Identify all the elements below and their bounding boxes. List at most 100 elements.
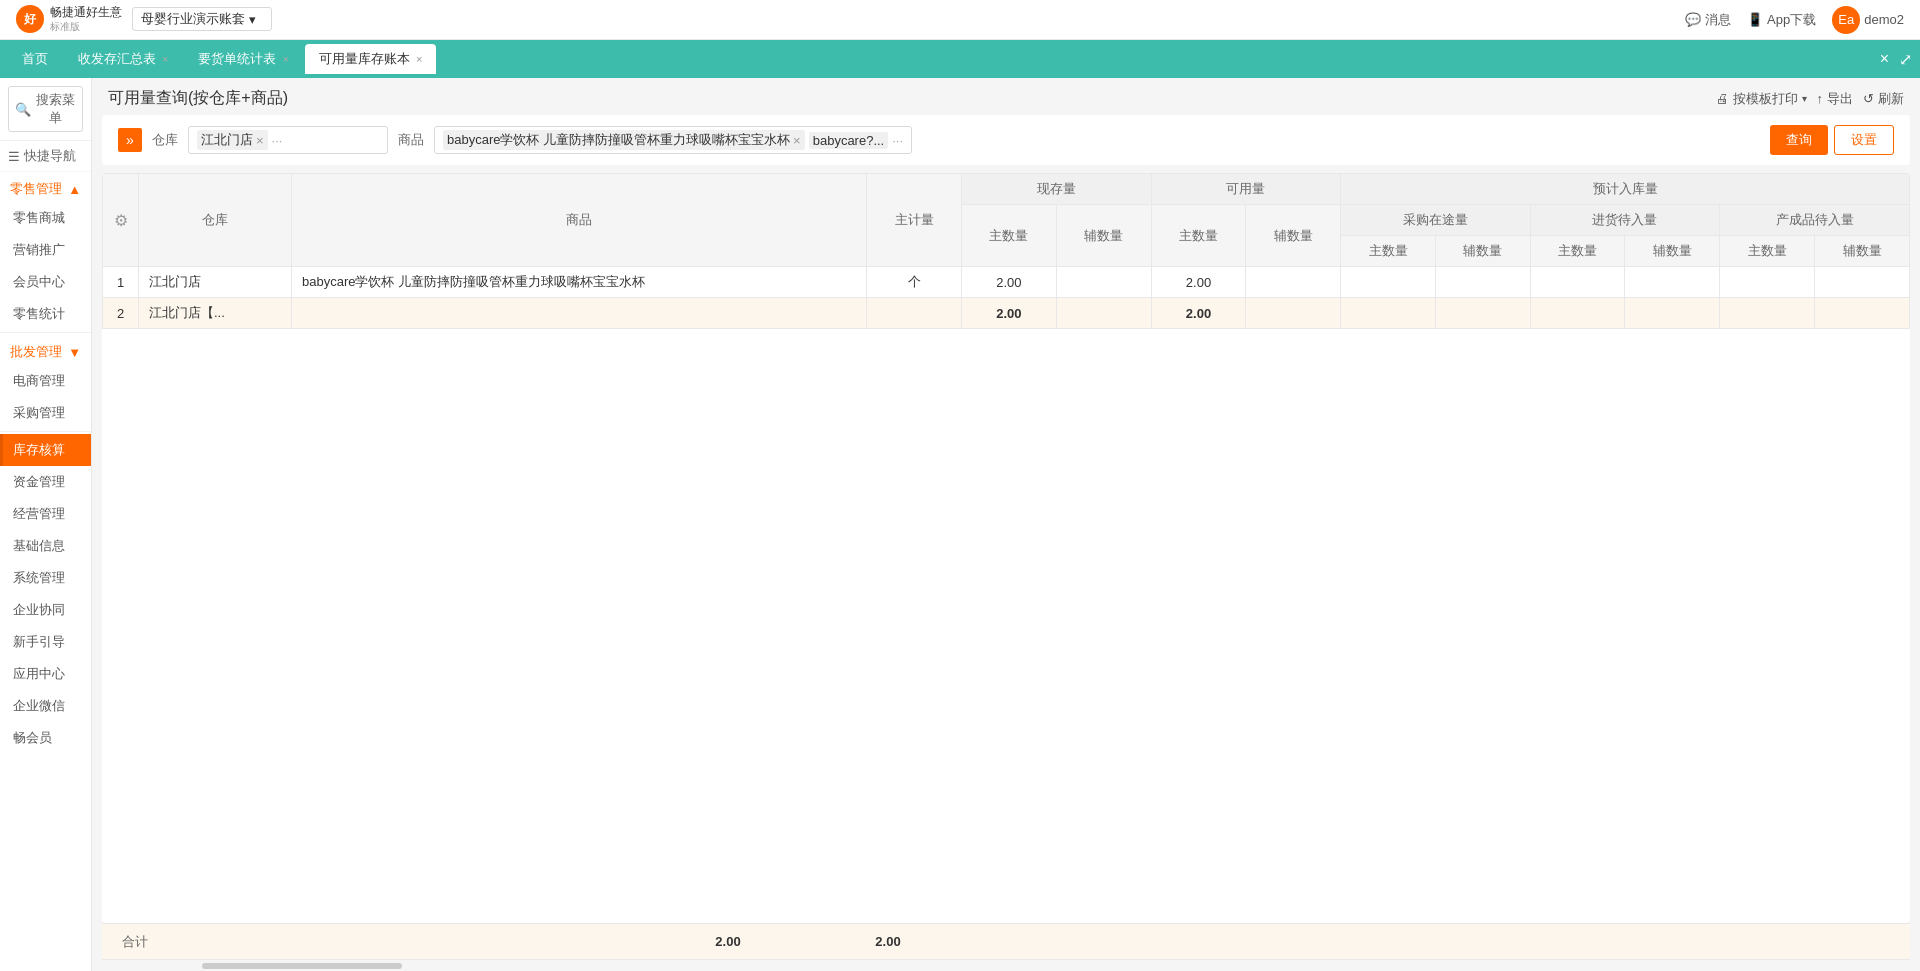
close-all-tabs-btn[interactable]: × bbox=[1880, 50, 1889, 68]
col-unit-header: 主计量 bbox=[867, 174, 962, 267]
user-name: demo2 bbox=[1864, 12, 1904, 27]
footer-production-aux bbox=[1408, 930, 1488, 953]
refresh-label: 刷新 bbox=[1878, 90, 1904, 108]
col-forecast-group-header: 预计入库量 bbox=[1341, 174, 1910, 205]
settings-icon[interactable]: ⚙ bbox=[114, 212, 128, 229]
expand-btn[interactable]: ⤢ bbox=[1899, 50, 1912, 69]
table-row: 1 江北门店 babycare学饮杯 儿童防摔防撞吸管杯重力球吸嘴杯宝宝水杯 个… bbox=[103, 267, 1910, 298]
warehouse-tag: 江北门店 × bbox=[197, 130, 268, 150]
cell-incoming-aux-2 bbox=[1625, 298, 1720, 329]
cell-available-main-2: 2.00 bbox=[1151, 298, 1246, 329]
export-label: 导出 bbox=[1827, 90, 1853, 108]
tab-order-stats[interactable]: 要货单统计表 × bbox=[184, 44, 302, 74]
app-download-btn[interactable]: 📱 App下载 bbox=[1747, 11, 1816, 29]
footer-incoming-main bbox=[1168, 930, 1248, 953]
query-btn[interactable]: 查询 bbox=[1770, 125, 1828, 155]
cell-seq-2: 2 bbox=[103, 298, 139, 329]
tab-available-stock[interactable]: 可用量库存账本 × bbox=[305, 44, 436, 74]
warehouse-tag-remove[interactable]: × bbox=[256, 133, 264, 148]
sidebar-item-member2[interactable]: 畅会员 bbox=[0, 722, 91, 754]
message-btn[interactable]: 💬 消息 bbox=[1685, 11, 1731, 29]
sidebar-item-marketing[interactable]: 营销推广 bbox=[0, 234, 91, 266]
quick-nav-icon: ☰ bbox=[8, 149, 20, 164]
col-stock-main-header: 主数量 bbox=[962, 205, 1057, 267]
table-header-row-1: ⚙ 仓库 商品 主计量 现存量 可用量 预计入库量 bbox=[103, 174, 1910, 205]
product-filter-input[interactable]: babycare学饮杯 儿童防摔防撞吸管杯重力球吸嘴杯宝宝水杯 × babyca… bbox=[434, 126, 912, 154]
cell-incoming-main-2 bbox=[1530, 298, 1625, 329]
col-production-group-header: 产成品待入量 bbox=[1720, 205, 1910, 236]
sidebar-item-newguide[interactable]: 新手引导 bbox=[0, 626, 91, 658]
sidebar-item-finance[interactable]: 资金管理 bbox=[0, 466, 91, 498]
sidebar-item-ops[interactable]: 经营管理 bbox=[0, 498, 91, 530]
export-btn[interactable]: ↑ 导出 bbox=[1817, 90, 1854, 108]
logo-title: 畅捷通好生意 bbox=[50, 5, 122, 19]
search-menu-btn[interactable]: 🔍 搜索菜单 bbox=[8, 86, 83, 132]
tab-available-stock-close[interactable]: × bbox=[416, 53, 422, 65]
cell-incoming-aux-1 bbox=[1625, 267, 1720, 298]
sidebar-item-purchase[interactable]: 采购管理 bbox=[0, 397, 91, 429]
sidebar-item-appcenter[interactable]: 应用中心 bbox=[0, 658, 91, 690]
sidebar-section-wholesale: 批发管理 ▼ 电商管理 采购管理 bbox=[0, 335, 91, 429]
chevron-up-icon: ▲ bbox=[68, 182, 81, 197]
warehouse-filter-more[interactable]: ··· bbox=[272, 133, 283, 148]
cell-stock-aux-1 bbox=[1056, 267, 1151, 298]
tab-receive-summary[interactable]: 收发存汇总表 × bbox=[64, 44, 182, 74]
product-filter-label: 商品 bbox=[398, 131, 424, 149]
industry-label: 母婴行业演示账套 bbox=[141, 10, 245, 28]
sidebar-item-system[interactable]: 系统管理 bbox=[0, 562, 91, 594]
filter-expand-btn[interactable]: » bbox=[118, 128, 142, 152]
scroll-bar-area bbox=[102, 959, 1910, 971]
sidebar-item-wechat[interactable]: 企业微信 bbox=[0, 690, 91, 722]
message-label: 消息 bbox=[1705, 11, 1731, 29]
cell-production-main-2 bbox=[1720, 298, 1815, 329]
footer-cells: 2.00 2.00 bbox=[172, 930, 1900, 953]
search-menu-label: 搜索菜单 bbox=[35, 91, 76, 127]
sidebar-item-enterprise[interactable]: 企业协同 bbox=[0, 594, 91, 626]
sidebar-item-inventory[interactable]: 库存核算 bbox=[0, 434, 91, 466]
sidebar-item-quick-nav[interactable]: ☰ 快捷导航 bbox=[0, 141, 91, 172]
sidebar-section-retail-header[interactable]: 零售管理 ▲ bbox=[0, 172, 91, 202]
divider-2 bbox=[0, 431, 91, 432]
cell-incoming-main-1 bbox=[1530, 267, 1625, 298]
top-bar: 好 畅捷通好生意 标准版 母婴行业演示账套 ▾ 💬 消息 📱 App下载 Ea … bbox=[0, 0, 1920, 40]
settings-btn[interactable]: 设置 bbox=[1834, 125, 1894, 155]
refresh-btn[interactable]: ↺ 刷新 bbox=[1863, 90, 1904, 108]
tab-order-stats-close[interactable]: × bbox=[282, 53, 288, 65]
tab-home-label: 首页 bbox=[22, 50, 48, 68]
product-tag-1: babycare学饮杯 儿童防摔防撞吸管杯重力球吸嘴杯宝宝水杯 × bbox=[443, 130, 805, 150]
cell-unit-2 bbox=[867, 298, 962, 329]
tab-receive-summary-close[interactable]: × bbox=[162, 53, 168, 65]
sidebar-item-member[interactable]: 会员中心 bbox=[0, 266, 91, 298]
sidebar-item-retail-stats[interactable]: 零售统计 bbox=[0, 298, 91, 330]
print-btn[interactable]: 🖨 按模板打印 ▾ bbox=[1716, 90, 1807, 108]
product-tag-2: babycare?... bbox=[809, 132, 889, 149]
horizontal-scrollbar[interactable] bbox=[202, 963, 402, 969]
tab-home[interactable]: 首页 bbox=[8, 44, 62, 74]
sidebar-section-retail: 零售管理 ▲ 零售商城 营销推广 会员中心 零售统计 bbox=[0, 172, 91, 330]
sidebar-item-ecommerce[interactable]: 电商管理 bbox=[0, 365, 91, 397]
cell-available-aux-2 bbox=[1246, 298, 1341, 329]
industry-select[interactable]: 母婴行业演示账套 ▾ bbox=[132, 7, 272, 31]
product-filter-more[interactable]: ··· bbox=[892, 133, 903, 148]
cell-purchase-aux-1 bbox=[1435, 267, 1530, 298]
divider-1 bbox=[0, 332, 91, 333]
content-header: 可用量查询(按仓库+商品) 🖨 按模板打印 ▾ ↑ 导出 ↺ 刷新 bbox=[92, 78, 1920, 115]
footer-purchase-main bbox=[1008, 930, 1088, 953]
col-incoming-aux-header: 辅数量 bbox=[1625, 236, 1720, 267]
cell-available-aux-1 bbox=[1246, 267, 1341, 298]
sidebar-section-wholesale-header[interactable]: 批发管理 ▼ bbox=[0, 335, 91, 365]
col-purchase-group-header: 采购在途量 bbox=[1341, 205, 1531, 236]
logo-area: 好 畅捷通好生意 标准版 bbox=[16, 5, 122, 33]
cell-stock-aux-2 bbox=[1056, 298, 1151, 329]
product-tag-1-remove[interactable]: × bbox=[793, 133, 801, 148]
col-settings-header[interactable]: ⚙ bbox=[103, 174, 139, 267]
tab-available-stock-label: 可用量库存账本 bbox=[319, 50, 410, 68]
sidebar-item-retail-store[interactable]: 零售商城 bbox=[0, 202, 91, 234]
warehouse-filter-input[interactable]: 江北门店 × ··· bbox=[188, 126, 388, 154]
footer-production-main bbox=[1328, 930, 1408, 953]
user-avatar-area[interactable]: Ea demo2 bbox=[1832, 6, 1904, 34]
sidebar-item-base[interactable]: 基础信息 bbox=[0, 530, 91, 562]
print-arrow-icon: ▾ bbox=[1802, 93, 1807, 104]
filter-action-buttons: 查询 设置 bbox=[1770, 125, 1894, 155]
main-layout: 🔍 搜索菜单 ☰ 快捷导航 零售管理 ▲ 零售商城 营销推广 会员中心 零售统计… bbox=[0, 78, 1920, 971]
